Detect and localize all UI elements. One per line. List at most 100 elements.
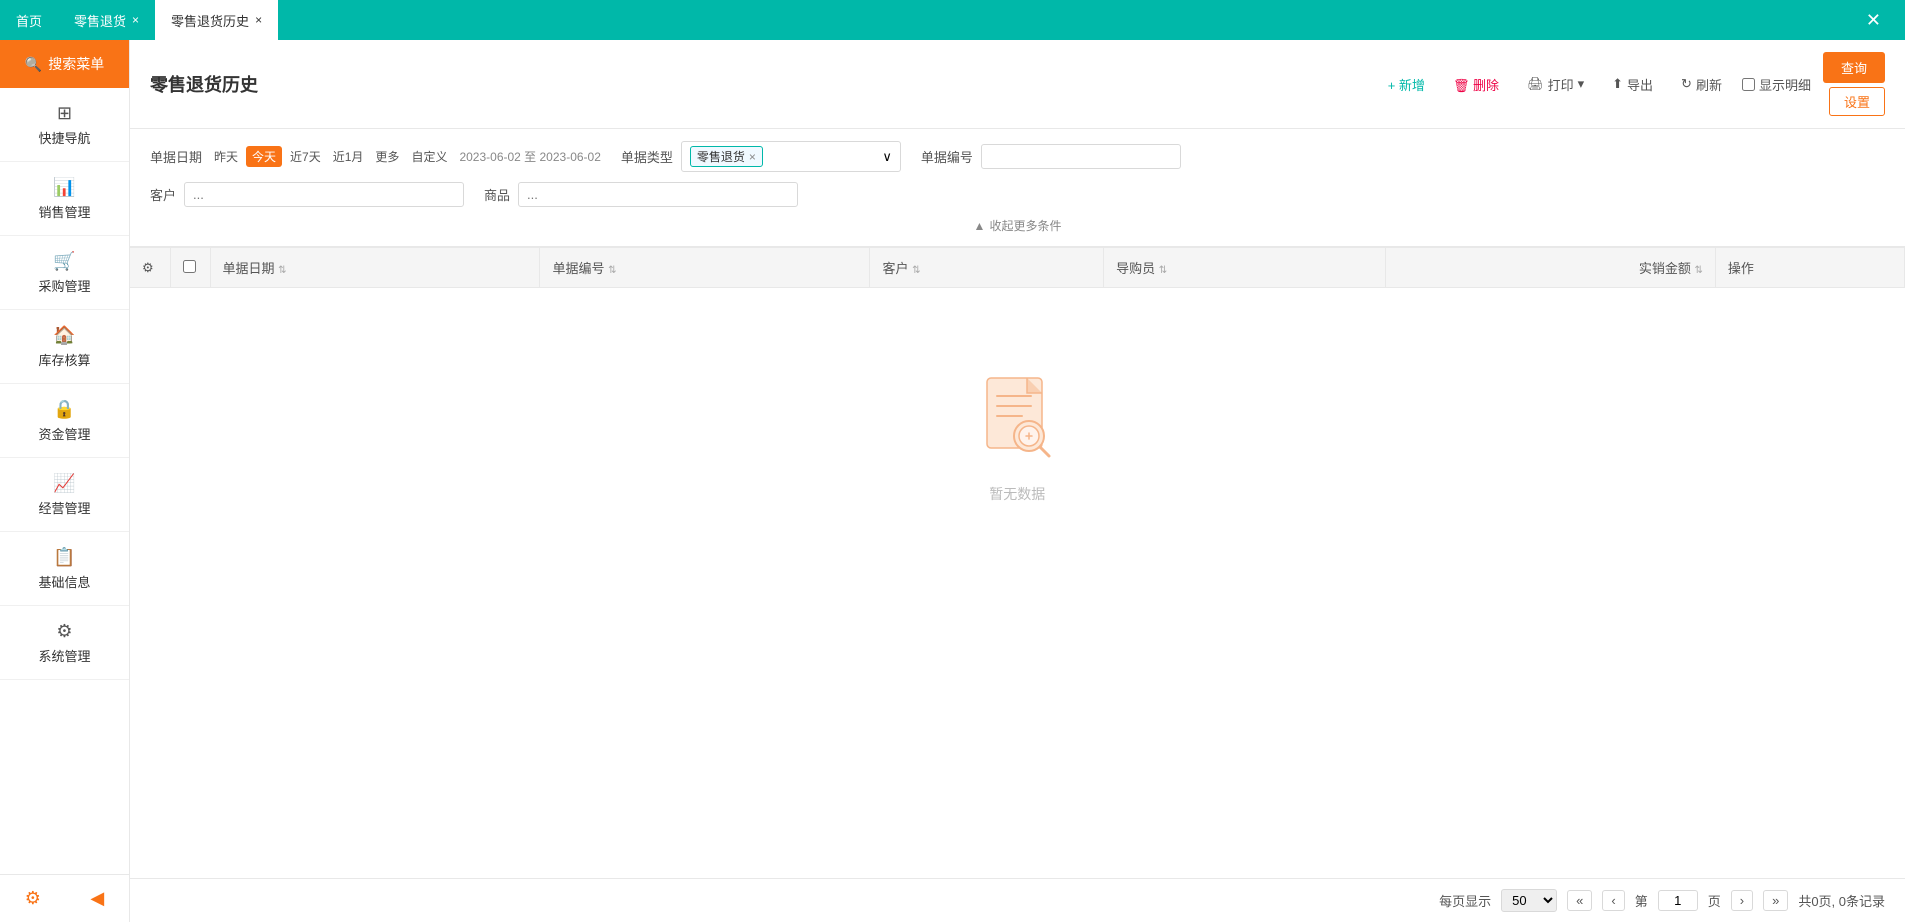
sidebar-item-operations-label: 经营管理	[38, 498, 90, 517]
collapse-conditions-button[interactable]: ▲ 收起更多条件	[150, 217, 1885, 234]
tab-home-label: 首页	[16, 11, 42, 30]
date-opt-7days[interactable]: 近7天	[286, 146, 325, 167]
date-opt-yesterday[interactable]: 昨天	[210, 146, 242, 167]
doc-type-dropdown-icon: ∨	[882, 149, 892, 165]
total-info: 共0页, 0条记录	[1798, 891, 1885, 910]
search-menu-button[interactable]: 🔍 搜索菜单	[0, 40, 129, 88]
refresh-icon: ↻	[1681, 76, 1692, 92]
sidebar-item-quick-nav-label: 快捷导航	[38, 128, 90, 147]
quick-nav-icon: ⊞	[54, 102, 76, 124]
sort-doc-date-icon: ⇅	[278, 265, 286, 276]
sort-actual-amount-icon: ⇅	[1694, 265, 1702, 276]
th-customer-label: 客户	[882, 261, 908, 276]
goods-input[interactable]	[518, 182, 798, 207]
sidebar-item-sales-mgmt[interactable]: 📊 销售管理	[0, 162, 129, 236]
doc-type-filter: 单据类型 零售退货 × ∨	[621, 141, 901, 172]
table-header-row: ⚙ 单据日期 ⇅ 单据编号 ⇅ 客户	[130, 248, 1905, 288]
page-header: 零售退货历史 + 新增 🗑 删除 🖨 打印 ▾ ⬆ 导出 ↻ 刷新	[130, 40, 1905, 129]
tab-list: 首页 零售退货 × 零售退货历史 ×	[0, 0, 1858, 40]
toolbar-buttons: + 新增 🗑 删除 🖨 打印 ▾ ⬆ 导出 ↻ 刷新 显示明细	[1380, 52, 1885, 116]
next-page-button[interactable]: ›	[1731, 890, 1753, 911]
prev-page-button[interactable]: ‹	[1602, 890, 1624, 911]
doc-no-label: 单据编号	[921, 147, 973, 166]
select-all-checkbox[interactable]	[183, 260, 196, 273]
sidebar-item-quick-nav[interactable]: ⊞ 快捷导航	[0, 88, 129, 162]
export-button[interactable]: ⬆ 导出	[1604, 71, 1661, 98]
new-button[interactable]: + 新增	[1380, 71, 1433, 98]
collapse-sidebar-icon[interactable]: ◀	[90, 888, 104, 909]
goods-filter: 商品	[484, 182, 798, 207]
doc-type-tags: 零售退货 ×	[690, 146, 763, 167]
sidebar-item-inventory[interactable]: 🏠 库存核算	[0, 310, 129, 384]
page-size-select[interactable]: 50 10 20 100	[1501, 889, 1557, 912]
doc-no-input[interactable]	[981, 144, 1181, 169]
date-opt-today[interactable]: 今天	[246, 146, 282, 167]
sidebar-item-finance[interactable]: 🔒 资金管理	[0, 384, 129, 458]
settings-bottom-icon[interactable]: ⚙	[25, 888, 41, 909]
sidebar-nav: ⊞ 快捷导航 📊 销售管理 🛒 采购管理 🏠 库存核算 🔒 资金管理 📈	[0, 88, 129, 874]
date-range-display: 2023-06-02 至 2023-06-02	[459, 148, 600, 165]
top-bar-right: ✕	[1858, 10, 1905, 31]
sidebar-item-basic-info[interactable]: 📋 基础信息	[0, 532, 129, 606]
system-icon: ⚙	[54, 620, 76, 642]
tab-retail-return-close[interactable]: ×	[132, 13, 139, 27]
data-table: ⚙ 单据日期 ⇅ 单据编号 ⇅ 客户	[130, 247, 1905, 584]
date-filter-label: 单据日期	[150, 147, 202, 166]
customer-filter: 客户	[150, 182, 464, 207]
th-customer[interactable]: 客户 ⇅	[870, 248, 1104, 288]
delete-button[interactable]: 🗑 删除	[1445, 71, 1507, 98]
sidebar-bottom: ⚙ ◀	[0, 874, 129, 922]
tab-retail-return-history-label: 零售退货历史	[171, 11, 249, 30]
th-guide[interactable]: 导购员 ⇅	[1104, 248, 1386, 288]
print-label: 打印	[1548, 75, 1574, 94]
sidebar-item-purchase-mgmt[interactable]: 🛒 采购管理	[0, 236, 129, 310]
tab-retail-return-label: 零售退货	[74, 11, 126, 30]
collapse-label: 收起更多条件	[989, 217, 1061, 234]
doc-type-tag: 零售退货 ×	[690, 146, 763, 167]
customer-input[interactable]	[184, 182, 464, 207]
th-doc-no[interactable]: 单据编号 ⇅	[540, 248, 870, 288]
goods-label: 商品	[484, 185, 510, 204]
last-page-button[interactable]: »	[1763, 890, 1788, 911]
page-number-input[interactable]	[1658, 890, 1698, 911]
query-button[interactable]: 查询	[1823, 52, 1885, 83]
show-detail-checkbox[interactable]	[1742, 78, 1755, 91]
sidebar-item-operations[interactable]: 📈 经营管理	[0, 458, 129, 532]
sort-guide-icon: ⇅	[1159, 265, 1167, 276]
date-opt-custom[interactable]: 自定义	[407, 146, 451, 167]
doc-type-select[interactable]: 零售退货 × ∨	[681, 141, 901, 172]
tab-home[interactable]: 首页	[0, 0, 58, 40]
table-body: 暂无数据	[130, 288, 1905, 585]
date-filter: 单据日期 昨天 今天 近7天 近1月 更多 自定义 2023-06-02 至 2…	[150, 146, 601, 167]
search-icon: 🔍	[25, 56, 42, 73]
tab-retail-return-history[interactable]: 零售退货历史 ×	[155, 0, 278, 40]
window-close-button[interactable]: ✕	[1858, 10, 1889, 31]
th-action-label: 操作	[1728, 261, 1754, 276]
print-button[interactable]: 🖨 打印 ▾	[1519, 71, 1592, 98]
settings-button[interactable]: 设置	[1829, 87, 1885, 116]
th-doc-date[interactable]: 单据日期 ⇅	[210, 248, 540, 288]
collapse-icon: ▲	[974, 219, 986, 233]
date-opt-more[interactable]: 更多	[371, 146, 403, 167]
sort-customer-icon: ⇅	[912, 265, 920, 276]
sales-mgmt-icon: 📊	[54, 176, 76, 198]
top-bar: 首页 零售退货 × 零售退货历史 × ✕	[0, 0, 1905, 40]
sidebar-item-purchase-label: 采购管理	[38, 276, 90, 295]
date-opt-1month[interactable]: 近1月	[329, 146, 368, 167]
th-action: 操作	[1715, 248, 1904, 288]
show-detail-checkbox-label[interactable]: 显示明细	[1742, 75, 1811, 94]
th-checkbox[interactable]	[170, 248, 210, 288]
sidebar-item-system-label: 系统管理	[38, 646, 90, 665]
empty-illustration	[967, 368, 1067, 468]
refresh-button[interactable]: ↻ 刷新	[1673, 71, 1730, 98]
th-settings[interactable]: ⚙	[130, 248, 170, 288]
tab-retail-return[interactable]: 零售退货 ×	[58, 0, 155, 40]
doc-type-tag-remove[interactable]: ×	[749, 150, 756, 164]
doc-type-label: 单据类型	[621, 147, 673, 166]
tab-retail-return-history-close[interactable]: ×	[255, 13, 262, 27]
th-actual-amount[interactable]: 实销金额 ⇅	[1385, 248, 1715, 288]
sidebar-item-system[interactable]: ⚙ 系统管理	[0, 606, 129, 680]
first-page-button[interactable]: «	[1567, 890, 1592, 911]
basic-info-icon: 📋	[54, 546, 76, 568]
sidebar-item-sales-label: 销售管理	[38, 202, 90, 221]
